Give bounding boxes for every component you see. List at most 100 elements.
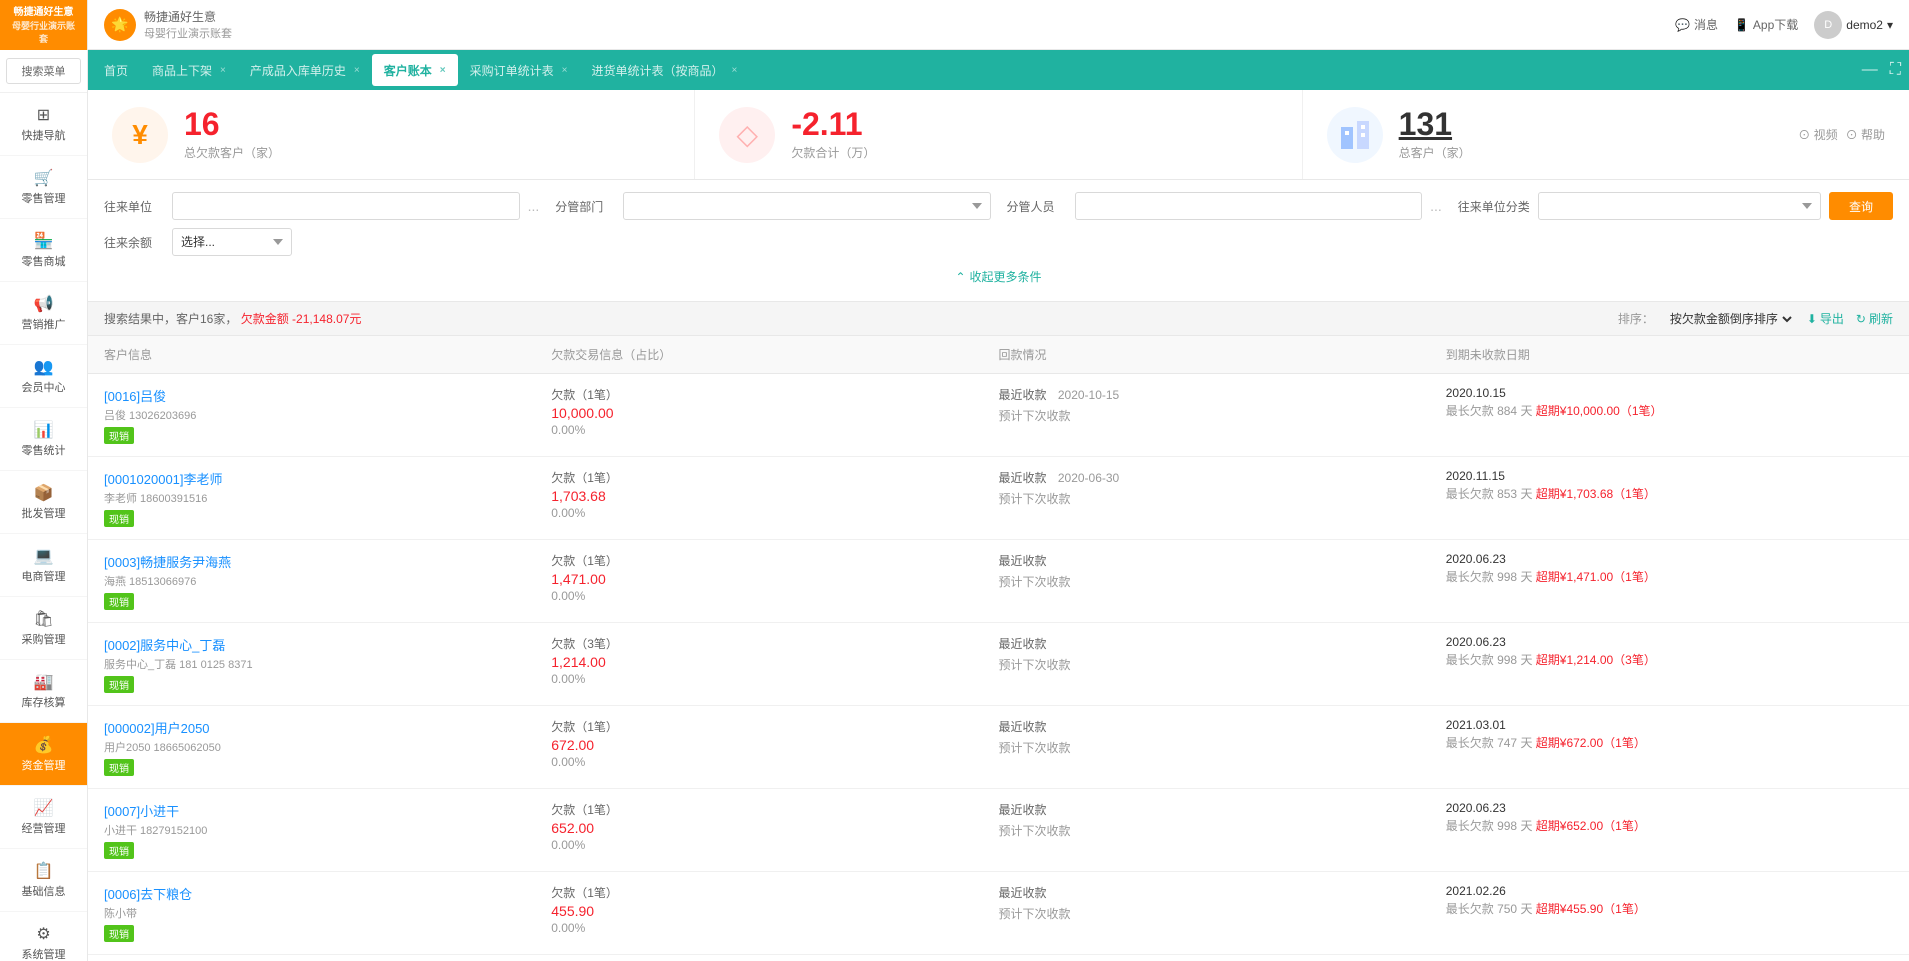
tab-caigodan[interactable]: 采购订单统计表× — [458, 54, 580, 86]
collapse-button[interactable]: ⌃ 收起更多条件 — [104, 264, 1893, 289]
overdue-link-6[interactable]: 超期¥455.90（1笔） — [1536, 902, 1646, 916]
customer-link-3[interactable]: [0002]服务中心_丁磊 — [104, 638, 225, 653]
customer-link-6[interactable]: [0006]去下粮仓 — [104, 887, 192, 902]
sidebar-item-huiyuan[interactable]: 👥会员中心 — [0, 345, 87, 408]
sidebar-icon-caigou: 🛍 — [6, 609, 81, 629]
dept-select[interactable] — [623, 192, 990, 220]
due-cell-4: 2021.03.01 最长欠款 747 天 超期¥672.00（1笔） — [1446, 718, 1893, 751]
debt-ratio-5: 0.00% — [551, 838, 998, 852]
customer-tag-6: 现销 — [104, 925, 134, 942]
debt-amount-3[interactable]: 1,214.00 — [551, 654, 998, 670]
filter-area: 往来单位 ... 分管部门 分管人员 ... 往来单位分类 — [88, 180, 1909, 302]
sidebar-item-jichu[interactable]: 📋 基础信息 — [0, 849, 87, 912]
sidebar-icon-zijin: 💰 — [6, 735, 81, 755]
tab-close-caigodan[interactable]: × — [562, 65, 568, 76]
debt-count-3: 欠款（3笔） — [551, 635, 998, 652]
collection-latest-2: 最近收款 — [999, 552, 1446, 569]
help-button[interactable]: ⊙ 帮助 — [1846, 126, 1885, 143]
balance-select[interactable]: 选择... — [172, 228, 292, 256]
customer-cell-1: [0001020001]李老师 李老师 18600391516 现销 — [104, 469, 551, 527]
refresh-button[interactable]: ↻ 刷新 — [1856, 310, 1893, 327]
table-row: [0016]吕俊 吕俊 13026203696 现销 欠款（1笔） 10,000… — [88, 374, 1909, 457]
sidebar: 畅捷通好生意 母婴行业演示账套 搜索菜单 ⊞快捷导航🛒零售管理🏪零售商城📢营销推… — [0, 0, 88, 961]
overdue-link-2[interactable]: 超期¥1,471.00（1笔） — [1536, 570, 1656, 584]
sidebar-icon-jichu: 📋 — [6, 861, 81, 881]
app-label: App下载 — [1753, 16, 1798, 33]
sidebar-label-jichu: 基础信息 — [6, 883, 81, 899]
topbar-brand-info: 畅捷通好生意 母婴行业演示账套 — [144, 8, 232, 41]
tab-close-kehu[interactable]: × — [440, 65, 446, 76]
unit-class-select[interactable] — [1538, 192, 1821, 220]
tab-close-jinhuo[interactable]: × — [731, 65, 737, 76]
sidebar-item-lingshop[interactable]: 🏪零售商城 — [0, 219, 87, 282]
topbar-brand-name: 畅捷通好生意 — [144, 8, 232, 25]
debt-amount-5[interactable]: 652.00 — [551, 820, 998, 836]
message-button[interactable]: 💬 消息 — [1675, 16, 1718, 33]
person-input[interactable] — [1075, 192, 1423, 220]
sidebar-icon-lingshou: 🛒 — [6, 168, 81, 188]
tab-home[interactable]: 首页 — [92, 54, 140, 86]
tab-ruku[interactable]: 产成品入库单历史× — [238, 54, 372, 86]
debt-amount-4[interactable]: 672.00 — [551, 737, 998, 753]
stat-debt-amount: ◇ -2.11 欠款合计（万） — [695, 90, 1302, 179]
sidebar-item-kuaijie[interactable]: ⊞快捷导航 — [0, 93, 87, 156]
topbar-logo-icon: 🌟 — [104, 9, 136, 41]
tab-close-ruku[interactable]: × — [354, 65, 360, 76]
collection-latest-4: 最近收款 — [999, 718, 1446, 735]
debt-cell-0: 欠款（1笔） 10,000.00 0.00% — [551, 386, 998, 437]
sidebar-item-kucun[interactable]: 🏭库存核算 — [0, 660, 87, 723]
customer-link-4[interactable]: [000002]用户2050 — [104, 721, 210, 736]
stat-info-total-customers: 131 总客户（家） — [1399, 108, 1471, 161]
sidebar-item-jingying[interactable]: 📈经营管理 — [0, 786, 87, 849]
person-more-icon[interactable]: ... — [1430, 198, 1442, 214]
from-unit-input[interactable] — [172, 192, 520, 220]
from-unit-more-icon[interactable]: ... — [528, 198, 540, 214]
debt-amount-6[interactable]: 455.90 — [551, 903, 998, 919]
video-button[interactable]: ⊙ 视频 — [1798, 126, 1837, 143]
overdue-link-1[interactable]: 超期¥1,703.68（1笔） — [1536, 487, 1656, 501]
customer-tag-5: 现销 — [104, 842, 134, 859]
customer-link-1[interactable]: [0001020001]李老师 — [104, 472, 223, 487]
debt-amount-1[interactable]: 1,703.68 — [551, 488, 998, 504]
debt-amount-0[interactable]: 10,000.00 — [551, 405, 998, 421]
search-button[interactable]: 查询 — [1829, 192, 1893, 220]
overdue-link-3[interactable]: 超期¥1,214.00（3笔） — [1536, 653, 1656, 667]
customer-phone-4: 用户2050 18665062050 — [104, 739, 551, 755]
main-area: 🌟 畅捷通好生意 母婴行业演示账套 💬 消息 📱 App下载 D demo2 ▾… — [88, 0, 1909, 961]
tab-maximize-button[interactable]: ⛶ — [1886, 57, 1905, 83]
topbar-right: 💬 消息 📱 App下载 D demo2 ▾ — [1675, 11, 1893, 39]
sidebar-item-lingtongji[interactable]: 📊零售统计 — [0, 408, 87, 471]
search-menu-button[interactable]: 搜索菜单 — [6, 58, 81, 84]
table-row: [000001]黄思源 黄思源 13552700226 现销 欠款（1笔） 42… — [88, 955, 1909, 961]
app-download-button[interactable]: 📱 App下载 — [1734, 16, 1798, 33]
debt-cell-3: 欠款（3笔） 1,214.00 0.00% — [551, 635, 998, 686]
customer-link-0[interactable]: [0016]吕俊 — [104, 389, 166, 404]
sidebar-item-yingxiao[interactable]: 📢营销推广 — [0, 282, 87, 345]
customer-link-5[interactable]: [0007]小进干 — [104, 804, 179, 819]
sidebar-item-pifa[interactable]: 📦批发管理 — [0, 471, 87, 534]
filter-dept: 分管部门 — [555, 192, 990, 220]
sidebar-label-lingshou: 零售管理 — [6, 190, 81, 206]
sidebar-item-caigou[interactable]: 🛍采购管理 — [0, 597, 87, 660]
due-date-5: 2020.06.23 — [1446, 801, 1893, 815]
due-overdue-6: 最长欠款 750 天 超期¥455.90（1笔） — [1446, 900, 1893, 917]
sidebar-item-zijin[interactable]: 💰资金管理 — [0, 723, 87, 786]
tab-minimize-button[interactable]: — — [1858, 57, 1882, 83]
sidebar-item-lingshou[interactable]: 🛒 零售管理 — [0, 156, 87, 219]
customer-link-2[interactable]: [0003]畅捷服务尹海燕 — [104, 555, 231, 570]
tab-jinhuo[interactable]: 进货单统计表（按商品）× — [579, 54, 749, 86]
table-header: 客户信息 欠款交易信息（占比） 回款情况 到期未收款日期 — [88, 336, 1909, 374]
sidebar-item-dianshang[interactable]: 💻电商管理 — [0, 534, 87, 597]
sidebar-icon-kucun: 🏭 — [6, 672, 81, 692]
overdue-link-0[interactable]: 超期¥10,000.00（1笔） — [1536, 404, 1663, 418]
overdue-link-5[interactable]: 超期¥652.00（1笔） — [1536, 819, 1646, 833]
user-menu-button[interactable]: D demo2 ▾ — [1814, 11, 1893, 39]
tab-shangpin[interactable]: 商品上下架× — [140, 54, 238, 86]
sort-select[interactable]: 按欠款金额倒序排序 — [1666, 311, 1795, 327]
sidebar-item-xitong[interactable]: ⚙系统管理 — [0, 912, 87, 961]
debt-amount-2[interactable]: 1,471.00 — [551, 571, 998, 587]
tab-kehu[interactable]: 客户账本× — [372, 54, 458, 86]
tab-close-shangpin[interactable]: × — [220, 65, 226, 76]
export-button[interactable]: ⬇ 导出 — [1807, 310, 1844, 327]
overdue-link-4[interactable]: 超期¥672.00（1笔） — [1536, 736, 1646, 750]
